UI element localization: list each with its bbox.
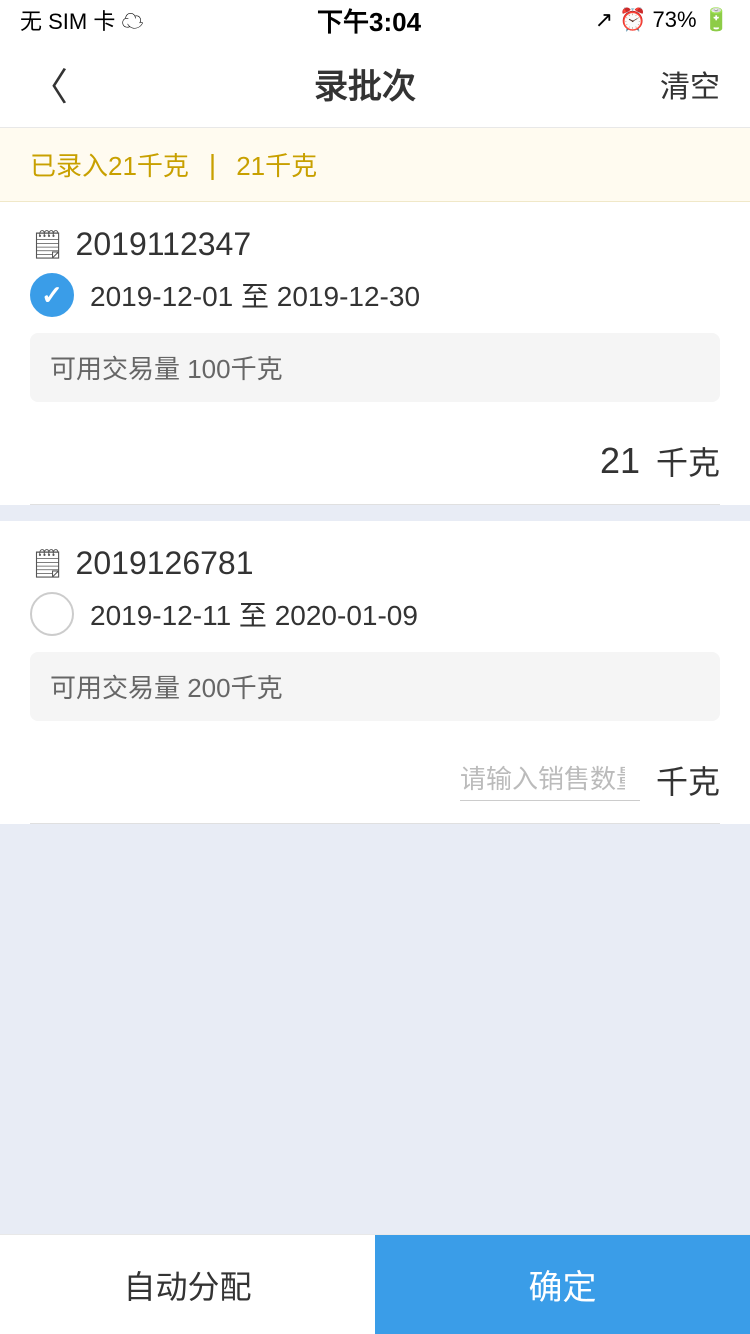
- status-bar: 无 SIM 卡 ☁ 下午3:04 ↗ ⏰ 73% 🔋: [0, 0, 750, 40]
- alarm-icon: ⏰: [619, 7, 646, 33]
- section-divider-1: [0, 505, 750, 521]
- batch1-radio[interactable]: ✓: [30, 273, 74, 317]
- batch2-avail: 可用交易量 200千克: [30, 652, 720, 721]
- batch2-header: 🗒 2019126781: [0, 521, 750, 592]
- batch-item-1: 🗒 2019112347 ✓ 2019-12-01 至 2019-12-30 可…: [0, 202, 750, 505]
- status-time: 下午3:04: [317, 2, 421, 39]
- summary-divider: |: [209, 149, 216, 181]
- batch2-quantity-input[interactable]: [460, 759, 640, 801]
- batch2-icon: 🗒: [30, 547, 66, 580]
- back-button[interactable]: 〈: [30, 56, 90, 111]
- batch2-id: 2019126781: [76, 545, 254, 582]
- batch1-checkmark: ✓: [41, 280, 63, 311]
- batch1-quantity: 21: [580, 440, 640, 482]
- batch1-unit: 千克: [656, 438, 720, 484]
- confirm-button[interactable]: 确定: [375, 1235, 750, 1334]
- page-title: 录批次: [90, 59, 640, 108]
- bottom-empty-area: [0, 824, 750, 1244]
- batch1-date-row[interactable]: ✓ 2019-12-01 至 2019-12-30: [0, 273, 750, 333]
- auto-distribute-button[interactable]: 自动分配: [0, 1235, 375, 1334]
- nav-bar: 〈 录批次 清空: [0, 40, 750, 128]
- status-right: ↗ ⏰ 73% 🔋: [595, 7, 730, 33]
- batch2-input-row: 千克: [0, 741, 750, 823]
- batch1-header: 🗒 2019112347: [0, 202, 750, 273]
- batch-item-2: 🗒 2019126781 2019-12-11 至 2020-01-09 可用交…: [0, 521, 750, 824]
- batch2-date: 2019-12-11 至 2020-01-09: [90, 594, 418, 634]
- battery-label: 73%: [653, 7, 697, 33]
- location-icon: ↗: [595, 7, 613, 33]
- no-sim-label: 无 SIM 卡 ☁: [20, 4, 143, 36]
- batch1-input-row: 21 千克: [0, 422, 750, 504]
- batch1-date: 2019-12-01 至 2019-12-30: [90, 275, 420, 315]
- summary-recorded-label: 已录入21千克: [30, 146, 189, 183]
- summary-value: 21千克: [236, 146, 317, 183]
- batch1-avail: 可用交易量 100千克: [30, 333, 720, 402]
- batch2-date-row[interactable]: 2019-12-11 至 2020-01-09: [0, 592, 750, 652]
- clear-button[interactable]: 清空: [640, 62, 720, 106]
- summary-bar: 已录入21千克 | 21千克: [0, 128, 750, 202]
- batch2-unit: 千克: [656, 757, 720, 803]
- footer: 自动分配 确定: [0, 1234, 750, 1334]
- batch2-radio[interactable]: [30, 592, 74, 636]
- batch1-icon: 🗒: [30, 228, 66, 261]
- status-left: 无 SIM 卡 ☁: [20, 4, 143, 36]
- battery-icon: 🔋: [703, 7, 730, 33]
- batch1-id: 2019112347: [76, 226, 252, 263]
